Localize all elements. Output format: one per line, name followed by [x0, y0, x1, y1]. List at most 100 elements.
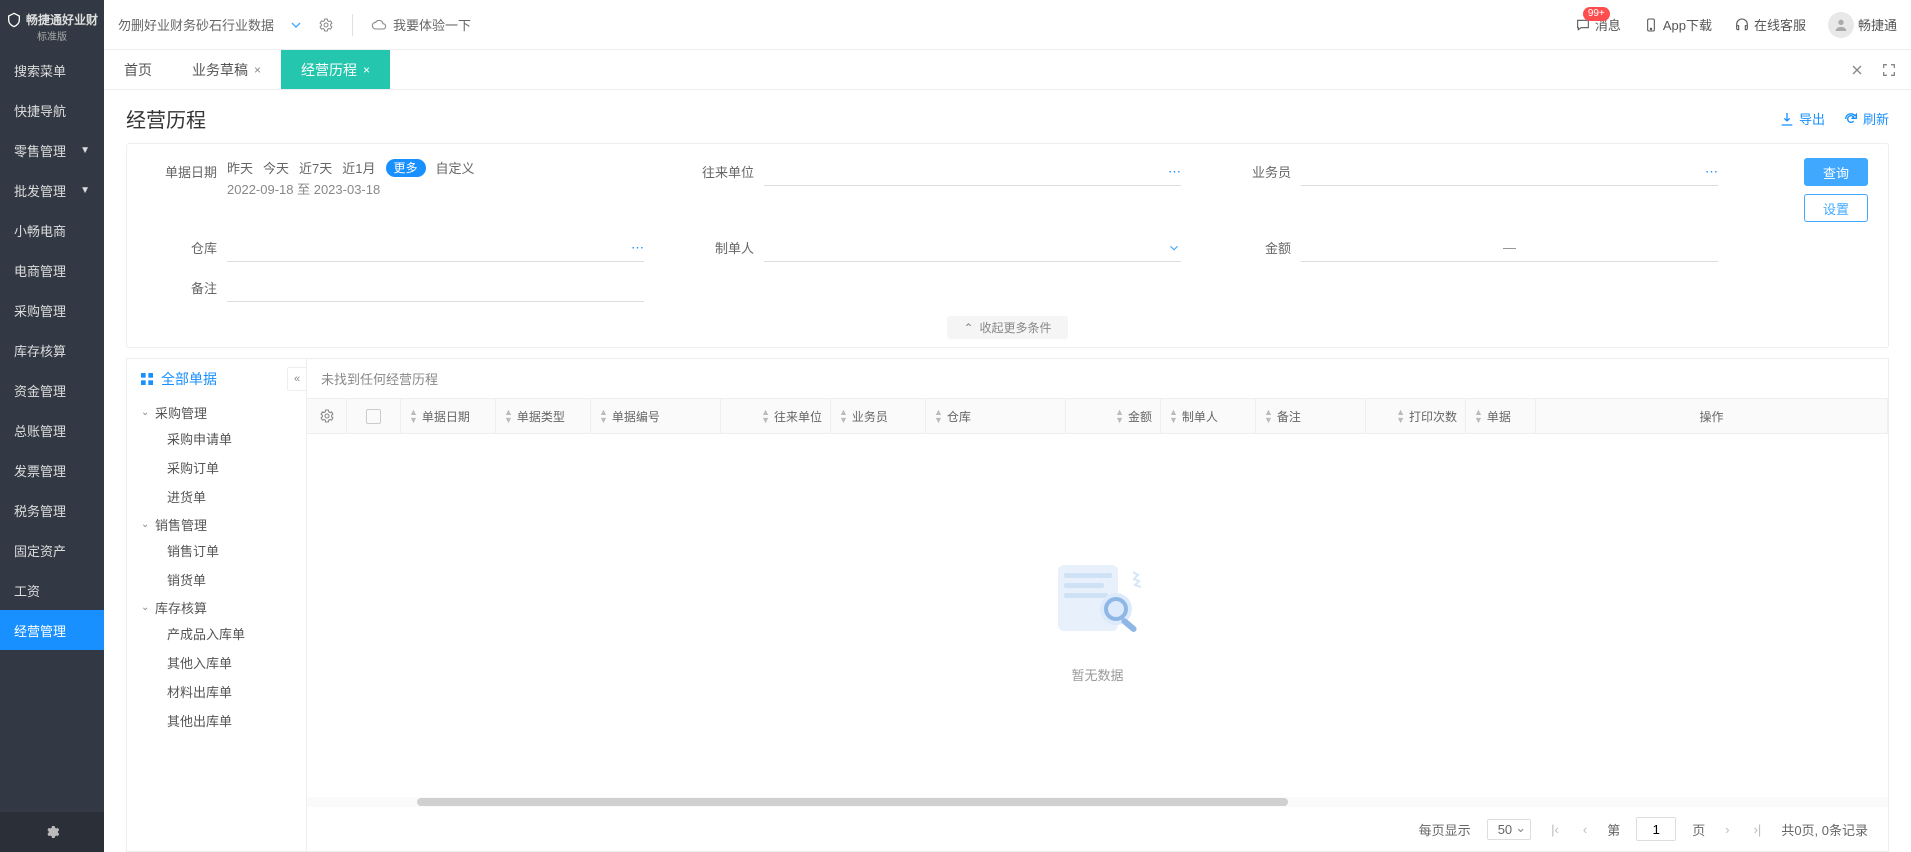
- grid-icon: [139, 371, 155, 387]
- sidebar-item-13[interactable]: 工资: [0, 570, 104, 610]
- export-button[interactable]: 导出: [1779, 109, 1825, 128]
- col-header-5[interactable]: ▲▼仓库: [926, 399, 1066, 433]
- tree-leaf-2-0[interactable]: 产成品入库单: [127, 619, 298, 648]
- query-button[interactable]: 查询: [1804, 158, 1868, 186]
- org-settings-icon[interactable]: [318, 17, 334, 33]
- filter-sales-input[interactable]: ⋯: [1301, 158, 1718, 186]
- date-opt-0[interactable]: 昨天: [227, 158, 253, 177]
- filter-sales-label: 业务员: [1221, 158, 1291, 181]
- col-header-1[interactable]: ▲▼单据类型: [496, 399, 591, 433]
- user-menu[interactable]: 畅捷通: [1828, 12, 1897, 38]
- chevron-down-icon: ⌄: [141, 602, 151, 613]
- date-opt-3[interactable]: 近1月: [342, 158, 375, 177]
- horizontal-scrollbar[interactable]: [307, 797, 1888, 807]
- tab-close-icon[interactable]: ×: [254, 63, 261, 77]
- support-button[interactable]: 在线客服: [1734, 15, 1806, 34]
- col-header-4[interactable]: ▲▼业务员: [831, 399, 926, 433]
- tree-leaf-0-1[interactable]: 采购订单: [127, 453, 298, 482]
- tree-leaf-2-2[interactable]: 材料出库单: [127, 677, 298, 706]
- filter-partner-input[interactable]: ⋯: [764, 158, 1181, 186]
- tab-fullscreen-icon[interactable]: [1881, 62, 1897, 78]
- filter-maker-select[interactable]: [764, 234, 1181, 262]
- col-header-8[interactable]: ▲▼备注: [1256, 399, 1366, 433]
- sidebar-item-2[interactable]: 零售管理▼: [0, 130, 104, 170]
- date-opt-2[interactable]: 近7天: [299, 158, 332, 177]
- brand-icon: [6, 12, 22, 28]
- date-more-button[interactable]: 更多: [386, 159, 426, 177]
- tree-leaf-1-0[interactable]: 销售订单: [127, 536, 298, 565]
- sidebar-item-label: 快捷导航: [14, 101, 66, 120]
- page-suffix: 页: [1692, 820, 1705, 839]
- pager-last-icon[interactable]: ›|: [1750, 822, 1766, 837]
- tab-1[interactable]: 业务草稿×: [172, 50, 281, 89]
- tree-leaf-2-3[interactable]: 其他出库单: [127, 706, 298, 735]
- sidebar-item-6[interactable]: 采购管理: [0, 290, 104, 330]
- sidebar-item-label: 采购管理: [14, 301, 66, 320]
- org-dropdown-icon[interactable]: [288, 17, 304, 33]
- tree-leaf-0-2[interactable]: 进货单: [127, 482, 298, 511]
- pager-next-icon[interactable]: ›: [1721, 822, 1733, 837]
- tree-collapse-button[interactable]: «: [287, 367, 307, 391]
- sidebar-item-3[interactable]: 批发管理▼: [0, 170, 104, 210]
- column-settings-button[interactable]: [307, 399, 347, 433]
- sidebar-item-12[interactable]: 固定资产: [0, 530, 104, 570]
- sidebar-item-1[interactable]: 快捷导航: [0, 90, 104, 130]
- filter-date-range: 2022-09-18 至 2023-03-18: [227, 179, 644, 198]
- sidebar-item-5[interactable]: 电商管理: [0, 250, 104, 290]
- col-header-2[interactable]: ▲▼单据编号: [591, 399, 721, 433]
- tab-0[interactable]: 首页: [104, 50, 172, 89]
- sidebar-item-11[interactable]: 税务管理: [0, 490, 104, 530]
- tree-leaf-0-0[interactable]: 采购申请单: [127, 424, 298, 453]
- tab-2[interactable]: 经营历程×: [281, 50, 390, 89]
- sidebar-item-14[interactable]: 经营管理: [0, 610, 104, 650]
- col-header-10[interactable]: ▲▼单据: [1466, 399, 1536, 433]
- messages-button[interactable]: 消息 99+: [1575, 15, 1621, 34]
- top-bar: 勿删好业财务砂石行业数据 我要体验一下 消息 9: [104, 0, 1911, 50]
- col-header-operation: 操作: [1536, 399, 1888, 433]
- pager-prev-icon[interactable]: ‹: [1579, 822, 1591, 837]
- sidebar-item-0[interactable]: 搜索菜单: [0, 50, 104, 90]
- col-header-3[interactable]: ▲▼往来单位: [721, 399, 831, 433]
- chevron-down-icon: ▼: [80, 145, 90, 156]
- sidebar-item-4[interactable]: 小畅电商: [0, 210, 104, 250]
- tab-close-icon[interactable]: ×: [363, 63, 370, 77]
- sidebar-item-9[interactable]: 总账管理: [0, 410, 104, 450]
- page-input[interactable]: [1636, 817, 1676, 841]
- pager-total: 共0页, 0条记录: [1781, 820, 1868, 839]
- tree-head-label[interactable]: 全部单据: [161, 369, 217, 389]
- collapse-filters-button[interactable]: ⌃ 收起更多条件: [947, 316, 1067, 339]
- tree-group-2[interactable]: ⌄库存核算: [127, 594, 298, 619]
- col-header-6[interactable]: ▲▼金额: [1066, 399, 1161, 433]
- filter-warehouse-input[interactable]: ⋯: [227, 234, 644, 262]
- tree-group-0[interactable]: ⌄采购管理: [127, 399, 298, 424]
- sidebar-settings[interactable]: [0, 812, 104, 852]
- brand-logo: 畅捷通好业财 标准版: [0, 0, 104, 50]
- sidebar-item-7[interactable]: 库存核算: [0, 330, 104, 370]
- perpage-label: 每页显示: [1419, 820, 1471, 839]
- try-button[interactable]: 我要体验一下: [371, 15, 471, 34]
- settings-button[interactable]: 设置: [1804, 194, 1868, 222]
- sort-icon: ▲▼: [409, 408, 418, 424]
- date-opt-1[interactable]: 今天: [263, 158, 289, 177]
- tree-leaf-1-1[interactable]: 销货单: [127, 565, 298, 594]
- sidebar-item-8[interactable]: 资金管理: [0, 370, 104, 410]
- filter-amount-input[interactable]: —: [1301, 234, 1718, 262]
- tab-close-all-icon[interactable]: [1849, 62, 1865, 78]
- col-header-7[interactable]: ▲▼制单人: [1161, 399, 1256, 433]
- date-custom-button[interactable]: 自定义: [436, 158, 475, 177]
- col-label: 单据日期: [422, 408, 470, 425]
- pager-first-icon[interactable]: |‹: [1547, 822, 1563, 837]
- sidebar-item-label: 搜索菜单: [14, 61, 66, 80]
- tree-leaf-2-1[interactable]: 其他入库单: [127, 648, 298, 677]
- app-download-button[interactable]: App下载: [1643, 15, 1712, 34]
- sidebar-item-10[interactable]: 发票管理: [0, 450, 104, 490]
- refresh-button[interactable]: 刷新: [1843, 109, 1889, 128]
- select-all-checkbox[interactable]: [347, 399, 401, 433]
- col-header-9[interactable]: ▲▼打印次数: [1366, 399, 1466, 433]
- sidebar-item-label: 固定资产: [14, 541, 66, 560]
- col-header-0[interactable]: ▲▼单据日期: [401, 399, 496, 433]
- cloud-icon: [371, 17, 387, 33]
- perpage-select[interactable]: 50: [1487, 819, 1531, 840]
- filter-remark-input[interactable]: [227, 274, 644, 302]
- tree-group-1[interactable]: ⌄销售管理: [127, 511, 298, 536]
